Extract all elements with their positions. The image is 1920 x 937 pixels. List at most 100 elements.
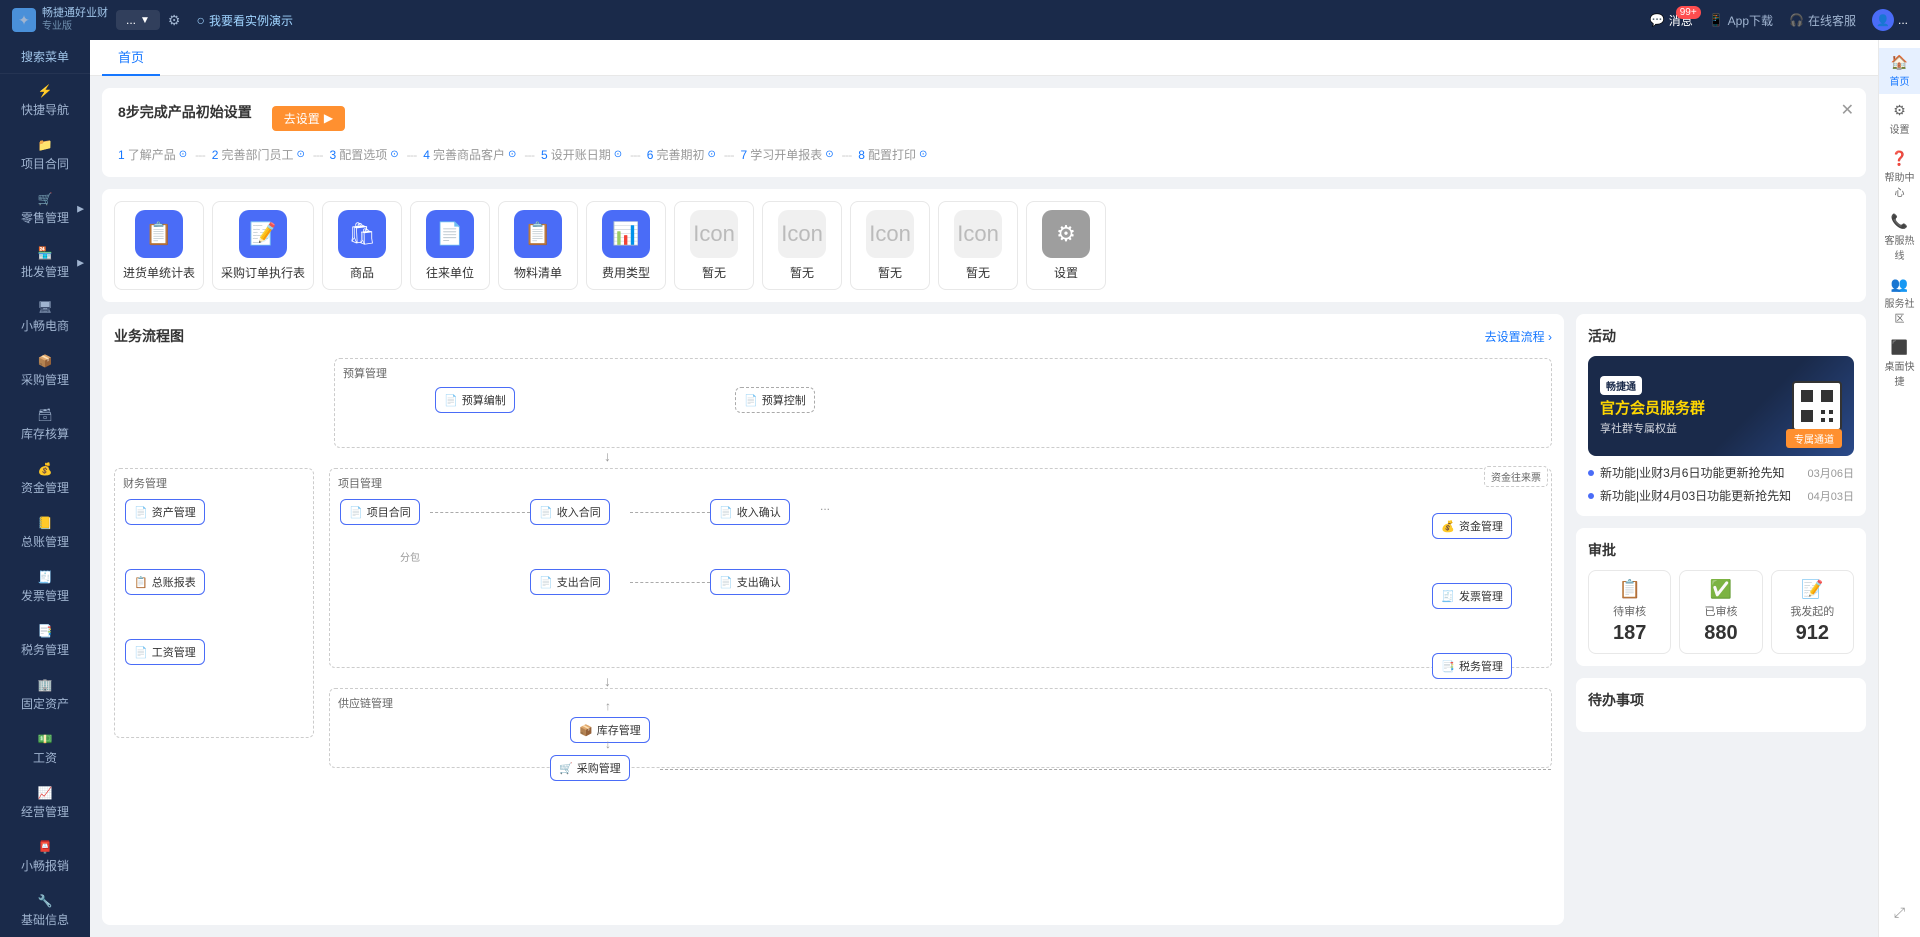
quick-icon-empty4[interactable]: Icon 暂无 <box>938 201 1018 290</box>
step-3[interactable]: 3 配置选项 ⊙ <box>330 146 399 163</box>
sidebar-item-finance[interactable]: 💰 资金管理 <box>0 452 90 506</box>
line-purchase-right <box>660 769 1551 770</box>
activity-join-button[interactable]: 专属通道 <box>1786 429 1842 448</box>
main-panel: 首页 8步完成产品初始设置 去设置 ▶ 1 <box>90 40 1878 937</box>
ledger-report-node[interactable]: 📋 总账报表 <box>125 569 205 595</box>
quick-icon-expense-type-label: 费用类型 <box>602 264 650 281</box>
sidebar-label-basic: 基础信息 <box>21 911 69 928</box>
sidebar-item-invoice[interactable]: 🧾 发票管理 <box>0 560 90 614</box>
payroll-mgmt-label: 工资管理 <box>152 644 196 660</box>
sidebar-search[interactable]: 搜索菜单 <box>0 40 90 74</box>
sidebar-item-ecommerce[interactable]: 🖥 小畅电商 <box>0 290 90 344</box>
sidebar-icon-ledger: 📒 <box>38 516 53 530</box>
dock-item-hotline[interactable]: 📞 客服热线 <box>1879 207 1920 268</box>
message-button[interactable]: 💬 消息 99+ <box>1650 12 1693 29</box>
step-8[interactable]: 8 配置打印 ⊙ <box>858 146 927 163</box>
sidebar-item-wholesale[interactable]: 🏪 批发管理 ▶ <box>0 236 90 290</box>
sidebar-item-shortcut[interactable]: ⚡ 快捷导航 <box>0 74 90 128</box>
topbar-settings-icon[interactable]: ⚙ <box>168 12 181 29</box>
purchase-mgmt-node[interactable]: 🛒 采购管理 <box>550 755 630 781</box>
approval-card-done[interactable]: ✅ 已审核 880 <box>1679 570 1762 654</box>
expense-contract-node[interactable]: 📄 支出合同 <box>530 569 610 595</box>
sidebar-item-sales[interactable]: 🛒 零售管理 ▶ <box>0 182 90 236</box>
setup-btn-label: 去设置 <box>284 110 320 127</box>
quick-icon-empty3[interactable]: Icon 暂无 <box>850 201 930 290</box>
income-contract-node[interactable]: 📄 收入合同 <box>530 499 610 525</box>
quick-icon-bom-label: 物料清单 <box>514 264 562 281</box>
setup-go-button[interactable]: 去设置 ▶ <box>272 106 345 131</box>
dropdown-icon: ▼ <box>140 15 150 26</box>
sidebar-item-basic[interactable]: 🔧 基础信息 <box>0 884 90 937</box>
dock-community-icon: 👥 <box>1891 276 1908 293</box>
asset-mgmt-node[interactable]: 📄 资产管理 <box>125 499 205 525</box>
sidebar-item-fixed-assets[interactable]: 🏢 固定资产 <box>0 668 90 722</box>
dock-item-community[interactable]: 👥 服务社区 <box>1879 270 1920 331</box>
dock-item-settings[interactable]: ⚙ 设置 <box>1879 96 1920 142</box>
project-contract-node[interactable]: 📄 项目合同 <box>340 499 420 525</box>
step-4[interactable]: 4 完善商品客户 ⊙ <box>423 146 516 163</box>
user-avatar[interactable]: 👤 ... <box>1872 9 1908 31</box>
message-badge: 99+ <box>1676 6 1701 19</box>
sidebar-label-sales: 零售管理 <box>21 209 69 226</box>
dock-item-help[interactable]: ❓ 帮助中心 <box>1879 144 1920 205</box>
budget-draft-node[interactable]: 📄 预算编制 <box>435 387 515 413</box>
payroll-mgmt-node[interactable]: 📄 工资管理 <box>125 639 205 665</box>
main-layout: 搜索菜单 ⚡ 快捷导航 📁 项目合同 🛒 零售管理 ▶ 🏪 批发管理 ▶ 🖥 小… <box>0 40 1920 937</box>
invoice-mgmt-node[interactable]: 🧾 发票管理 <box>1432 583 1512 609</box>
quick-icon-po-exec[interactable]: 📝 采购订单执行表 <box>212 201 314 290</box>
step-6[interactable]: 6 完善期初 ⊙ <box>647 146 716 163</box>
company-selector[interactable]: ... ▼ <box>116 10 160 30</box>
dock-item-home[interactable]: 🏠 首页 <box>1879 48 1920 94</box>
sidebar-icon-payroll: 💵 <box>38 732 53 746</box>
project-contract-label: 项目合同 <box>367 504 411 520</box>
news-item-0[interactable]: 新功能|业财3月6日功能更新抢先知 03月06日 <box>1588 464 1854 481</box>
news-item-1[interactable]: 新功能|业财4月03日功能更新抢先知 04月03日 <box>1588 487 1854 504</box>
sidebar-item-tax[interactable]: 📑 税务管理 <box>0 614 90 668</box>
sidebar-item-payroll[interactable]: 💵 工资 <box>0 722 90 776</box>
quick-icon-empty1[interactable]: Icon 暂无 <box>674 201 754 290</box>
demo-link[interactable]: ○ 我要看实例演示 <box>196 12 292 29</box>
tax-mgmt-node[interactable]: 📑 税务管理 <box>1432 653 1512 679</box>
sidebar-item-expense[interactable]: 📮 小畅报销 <box>0 830 90 884</box>
budget-ctrl-node[interactable]: 📄 预算控制 <box>735 387 815 413</box>
quick-icon-expense-type[interactable]: 📊 费用类型 <box>586 201 666 290</box>
capital-mgmt-node[interactable]: 💰 资金管理 <box>1432 513 1512 539</box>
quick-icon-bom[interactable]: 📋 物料清单 <box>498 201 578 290</box>
sidebar-item-project[interactable]: 📁 项目合同 <box>0 128 90 182</box>
step-1[interactable]: 1 了解产品 ⊙ <box>118 146 187 163</box>
approval-pending-count: 187 <box>1597 622 1662 645</box>
dock-expand-button[interactable]: ⤢ <box>1894 896 1905 929</box>
sidebar-icon-finance: 💰 <box>38 462 53 476</box>
sidebar-label-invoice: 发票管理 <box>21 587 69 604</box>
quick-icon-stock-stat-icon: 📋 <box>135 210 183 258</box>
tab-home[interactable]: 首页 <box>102 40 160 76</box>
sidebar-label-operation: 经营管理 <box>21 803 69 820</box>
setup-close-button[interactable]: ✕ <box>1841 100 1854 120</box>
app-download-button[interactable]: 📱 App下载 <box>1709 12 1773 29</box>
quick-icon-stock-stat[interactable]: 📋 进货单统计表 <box>114 201 204 290</box>
quick-icon-empty2[interactable]: Icon 暂无 <box>762 201 842 290</box>
quick-icon-po-exec-icon: 📝 <box>239 210 287 258</box>
flow-setting-link[interactable]: 去设置流程 › <box>1485 328 1552 345</box>
company-name: ... <box>126 13 136 27</box>
step-5[interactable]: 5 设开账日期 ⊙ <box>541 146 622 163</box>
online-service-button[interactable]: 🎧 在线客服 <box>1789 12 1856 29</box>
dock-item-desktop[interactable]: ⬛ 桌面快捷 <box>1879 333 1920 394</box>
step-7[interactable]: 7 学习开单报表 ⊙ <box>741 146 834 163</box>
income-confirm-icon: 📄 <box>719 506 733 519</box>
approval-card-mine[interactable]: 📝 我发起的 912 <box>1771 570 1854 654</box>
sidebar-item-ledger[interactable]: 📒 总账管理 <box>0 506 90 560</box>
step-2[interactable]: 2 完善部门员工 ⊙ <box>212 146 305 163</box>
sidebar-item-purchase[interactable]: 📦 采购管理 <box>0 344 90 398</box>
sidebar-item-operation[interactable]: 📈 经营管理 <box>0 776 90 830</box>
todo-title: 待办事项 <box>1588 690 1854 710</box>
quick-icon-goods[interactable]: 🛍 商品 <box>322 201 402 290</box>
expense-confirm-node[interactable]: 📄 支出确认 <box>710 569 790 595</box>
income-confirm-node[interactable]: 📄 收入确认 <box>710 499 790 525</box>
quick-icon-partner[interactable]: 📄 往来单位 <box>410 201 490 290</box>
quick-icons-panel: 📋 进货单统计表 📝 采购订单执行表 🛍 商品 📄 往来单位 <box>102 189 1866 302</box>
quick-icon-settings[interactable]: ⚙ 设置 <box>1026 201 1106 290</box>
approval-card-pending[interactable]: 📋 待审核 187 <box>1588 570 1671 654</box>
sidebar-item-inventory[interactable]: 🗃 库存核算 <box>0 398 90 452</box>
sidebar-icon-project: 📁 <box>38 138 53 152</box>
